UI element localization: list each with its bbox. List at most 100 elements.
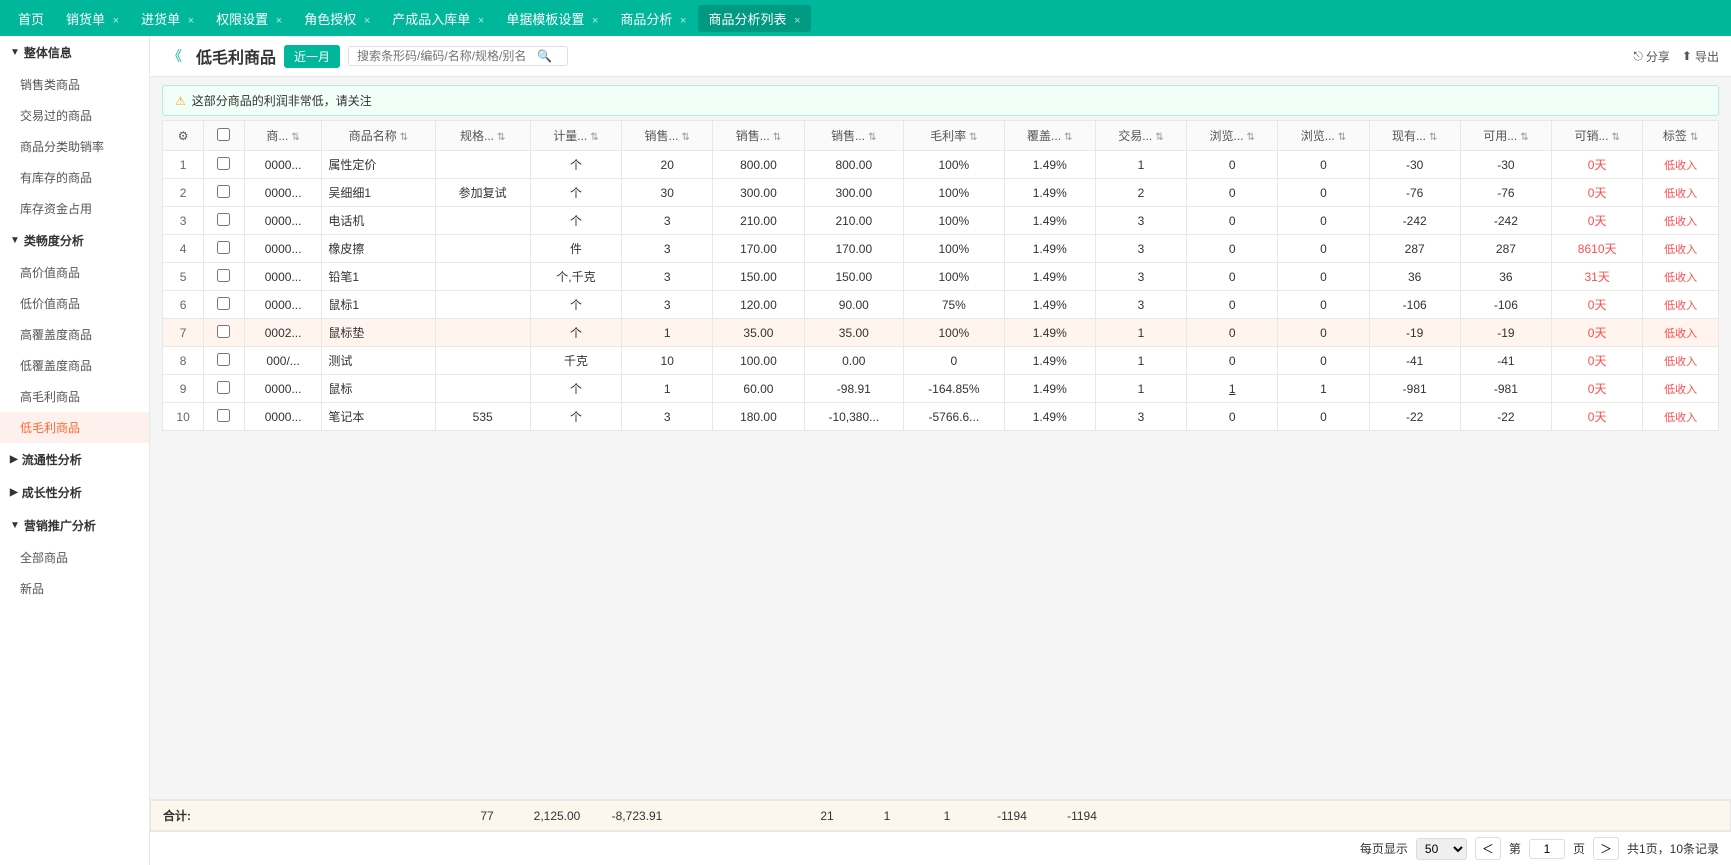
nav-product-analysis-list-close[interactable]: × — [794, 15, 800, 27]
row-name[interactable]: 笔记本 — [322, 403, 435, 431]
nav-product-analysis-list[interactable]: 商品分析列表 × — [698, 5, 810, 32]
row-select-checkbox[interactable] — [217, 353, 230, 366]
next-page-button[interactable]: ＞ — [1593, 837, 1619, 860]
row-name[interactable]: 橡皮擦 — [322, 235, 435, 263]
row-checkbox[interactable] — [204, 207, 245, 235]
row-select-checkbox[interactable] — [217, 297, 230, 310]
date-filter-button[interactable]: 近一月 — [284, 45, 340, 68]
sidebar-item-high-margin[interactable]: 高毛利商品 — [0, 381, 149, 412]
sidebar-item-low-coverage[interactable]: 低覆盖度商品 — [0, 350, 149, 381]
col-sellable[interactable]: 可销...⇅ — [1552, 121, 1643, 151]
sidebar-group-category-analysis[interactable]: ▼ 类畅度分析 — [0, 224, 149, 257]
nav-sales[interactable]: 销货单 × — [56, 5, 129, 32]
row-name[interactable]: 属性定价 — [322, 151, 435, 179]
row-checkbox[interactable] — [204, 347, 245, 375]
sidebar-item-traded-products[interactable]: 交易过的商品 — [0, 100, 149, 131]
sidebar-group-liquidity[interactable]: ▶ 流通性分析 — [0, 443, 149, 476]
select-all-checkbox[interactable] — [217, 128, 230, 141]
row-name[interactable]: 鼠标 — [322, 375, 435, 403]
col-sale-qty[interactable]: 销售...⇅ — [622, 121, 713, 151]
nav-purchase[interactable]: 进货单 × — [131, 5, 204, 32]
row-select-checkbox[interactable] — [217, 381, 230, 394]
sidebar-group-growth[interactable]: ▶ 成长性分析 — [0, 476, 149, 509]
col-checkbox[interactable] — [204, 121, 245, 151]
sidebar-item-low-value[interactable]: 低价值商品 — [0, 288, 149, 319]
settings-icon[interactable]: ⚙ — [178, 129, 189, 143]
row-checkbox[interactable] — [204, 291, 245, 319]
row-name[interactable]: 鼠标1 — [322, 291, 435, 319]
sidebar-item-new-products[interactable]: 新品 — [0, 573, 149, 604]
sidebar-item-high-coverage[interactable]: 高覆盖度商品 — [0, 319, 149, 350]
sidebar-item-low-margin[interactable]: 低毛利商品 — [0, 412, 149, 443]
col-spec[interactable]: 规格...⇅ — [435, 121, 530, 151]
collapse-sidebar-button[interactable]: 《 — [162, 46, 188, 66]
row-name[interactable]: 鼠标垫 — [322, 319, 435, 347]
nav-role[interactable]: 角色授权 × — [294, 5, 380, 32]
row-select-checkbox[interactable] — [217, 157, 230, 170]
row-select-checkbox[interactable] — [217, 409, 230, 422]
col-sale-amount[interactable]: 销售...⇅ — [804, 121, 904, 151]
search-input[interactable] — [357, 49, 537, 63]
row-checkbox[interactable] — [204, 235, 245, 263]
row-name[interactable]: 电话机 — [322, 207, 435, 235]
prev-page-button[interactable]: ＜ — [1475, 837, 1501, 860]
nav-template-close[interactable]: × — [592, 15, 598, 27]
sidebar-item-high-value[interactable]: 高价值商品 — [0, 257, 149, 288]
nav-home[interactable]: 首页 — [8, 5, 54, 32]
row-checkbox[interactable] — [204, 319, 245, 347]
nav-product-analysis[interactable]: 商品分析 × — [610, 5, 696, 32]
row-checkbox[interactable] — [204, 151, 245, 179]
row-checkbox[interactable] — [204, 263, 245, 291]
sidebar-item-all-products[interactable]: 全部商品 — [0, 542, 149, 573]
row-checkbox[interactable] — [204, 375, 245, 403]
col-txn[interactable]: 交易...⇅ — [1095, 121, 1186, 151]
row-name[interactable]: 吴细细1 — [322, 179, 435, 207]
sidebar-item-inventory-capital[interactable]: 库存资金占用 — [0, 193, 149, 224]
nav-template[interactable]: 单据模板设置 × — [496, 5, 608, 32]
nav-purchase-close[interactable]: × — [188, 15, 194, 27]
row-checkbox[interactable] — [204, 179, 245, 207]
col-current[interactable]: 现有...⇅ — [1369, 121, 1460, 151]
table-container[interactable]: ⚙ 商...⇅ 商品名称⇅ 规格...⇅ 计量...⇅ 销售...⇅ 销售...… — [162, 120, 1719, 799]
nav-permission[interactable]: 权限设置 × — [206, 5, 292, 32]
col-browse1[interactable]: 浏览...⇅ — [1187, 121, 1278, 151]
sort-icon-3: ⇅ — [497, 132, 505, 143]
sidebar-group-marketing[interactable]: ▼ 营销推广分析 — [0, 509, 149, 542]
col-margin-rate[interactable]: 毛利率⇅ — [904, 121, 1005, 151]
row-name[interactable]: 铅笔1 — [322, 263, 435, 291]
nav-product-entry[interactable]: 产成品入库单 × — [382, 5, 494, 32]
col-tag[interactable]: 标签⇅ — [1643, 121, 1719, 151]
nav-product-entry-close[interactable]: × — [478, 15, 484, 27]
row-available: -22 — [1460, 403, 1551, 431]
col-name[interactable]: 商品名称⇅ — [322, 121, 435, 151]
row-select-checkbox[interactable] — [217, 325, 230, 338]
page-size-select[interactable]: 50 100 200 — [1416, 838, 1467, 860]
col-sale-price[interactable]: 销售...⇅ — [713, 121, 804, 151]
nav-permission-close[interactable]: × — [276, 15, 282, 27]
row-name[interactable]: 测试 — [322, 347, 435, 375]
share-button[interactable]: ⎋ 分享 — [1633, 48, 1670, 65]
nav-sales-close[interactable]: × — [113, 15, 119, 27]
col-coverage[interactable]: 覆盖...⇅ — [1004, 121, 1095, 151]
nav-product-analysis-close[interactable]: × — [680, 15, 686, 27]
row-select-checkbox[interactable] — [217, 269, 230, 282]
sidebar-item-category-rate[interactable]: 商品分类助销率 — [0, 131, 149, 162]
nav-role-close[interactable]: × — [364, 15, 370, 27]
page-number-input[interactable] — [1529, 839, 1565, 859]
row-select-checkbox[interactable] — [217, 241, 230, 254]
col-browse2[interactable]: 浏览...⇅ — [1278, 121, 1369, 151]
row-checkbox[interactable] — [204, 403, 245, 431]
sidebar-item-stocked-products[interactable]: 有库存的商品 — [0, 162, 149, 193]
col-unit[interactable]: 计量...⇅ — [530, 121, 621, 151]
sidebar-group-overall[interactable]: ▼ 整体信息 — [0, 36, 149, 69]
search-icon[interactable]: 🔍 — [537, 49, 552, 63]
row-margin-col9: -164.85% — [904, 375, 1005, 403]
export-button[interactable]: ⬆ 导出 — [1682, 48, 1719, 65]
col-settings[interactable]: ⚙ — [163, 121, 204, 151]
sidebar-item-sales-products[interactable]: 销售类商品 — [0, 69, 149, 100]
row-select-checkbox[interactable] — [217, 185, 230, 198]
row-select-checkbox[interactable] — [217, 213, 230, 226]
row-price: 120.00 — [713, 291, 804, 319]
col-code[interactable]: 商...⇅ — [244, 121, 322, 151]
col-available[interactable]: 可用...⇅ — [1460, 121, 1551, 151]
